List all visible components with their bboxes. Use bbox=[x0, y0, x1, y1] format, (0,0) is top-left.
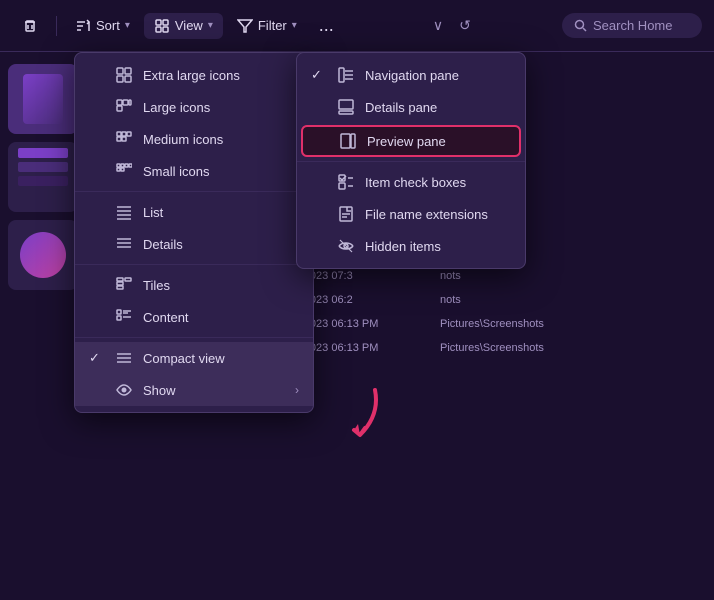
sidebar-item-1[interactable] bbox=[8, 64, 78, 134]
sidebar-bar-3 bbox=[18, 176, 68, 186]
menu-label-show: Show bbox=[143, 383, 176, 398]
menu-label-details: Details bbox=[143, 237, 183, 252]
menu-label-compact: Compact view bbox=[143, 351, 225, 366]
menu-item-list[interactable]: List bbox=[75, 196, 313, 228]
show-menu-item-preview-pane[interactable]: Preview pane bbox=[301, 125, 521, 157]
icon-small bbox=[115, 162, 133, 180]
sidebar-circle bbox=[20, 232, 66, 278]
icon-nav-pane bbox=[337, 66, 355, 84]
filter-chevron: ▾ bbox=[292, 20, 297, 31]
sidebar-icon-purple bbox=[23, 74, 63, 124]
toolbar: Sort ▾ View ▾ Filter ▾ ... ∨ ↺ Search Ho… bbox=[0, 0, 714, 52]
menu-item-small-icons[interactable]: Small icons bbox=[75, 155, 313, 187]
nav-refresh[interactable]: ↺ bbox=[453, 14, 477, 37]
menu-item-show[interactable]: Show › bbox=[75, 374, 313, 406]
delete-button[interactable] bbox=[12, 13, 48, 39]
icon-show bbox=[115, 381, 133, 399]
menu-separator-2 bbox=[75, 264, 313, 265]
icon-hidden bbox=[337, 237, 355, 255]
menu-label-extra-large: Extra large icons bbox=[143, 68, 240, 83]
show-menu-item-hidden[interactable]: Hidden items bbox=[297, 230, 525, 262]
view-label: View bbox=[175, 18, 203, 33]
icon-content bbox=[115, 308, 133, 326]
icon-large bbox=[115, 98, 133, 116]
icon-extra-large bbox=[115, 66, 133, 84]
check-compact: ✓ bbox=[89, 350, 105, 366]
menu-item-medium-icons[interactable]: Medium icons bbox=[75, 123, 313, 155]
menu-item-compact-view[interactable]: ✓ Compact view bbox=[75, 342, 313, 374]
show-menu-item-check-boxes[interactable]: Item check boxes bbox=[297, 166, 525, 198]
show-menu: ✓ Navigation pane Details pane Preview p… bbox=[296, 52, 526, 269]
sort-label: Sort bbox=[96, 18, 120, 33]
more-button[interactable]: ... bbox=[311, 11, 342, 40]
sidebar-bar-2 bbox=[18, 162, 68, 172]
menu-item-large-icons[interactable]: Large icons bbox=[75, 91, 313, 123]
menu-label-tiles: Tiles bbox=[143, 278, 170, 293]
menu-item-extra-large-icons[interactable]: Extra large icons bbox=[75, 59, 313, 91]
icon-medium bbox=[115, 130, 133, 148]
menu-label-content: Content bbox=[143, 310, 189, 325]
show-submenu-arrow: › bbox=[295, 383, 299, 397]
icon-list bbox=[115, 203, 133, 221]
show-label-extensions: File name extensions bbox=[365, 207, 488, 222]
check-nav-pane: ✓ bbox=[311, 67, 327, 83]
show-menu-item-details-pane[interactable]: Details pane bbox=[297, 91, 525, 123]
file-loc-2: nots bbox=[440, 270, 461, 282]
icon-compact bbox=[115, 349, 133, 367]
show-label-preview-pane: Preview pane bbox=[367, 134, 446, 149]
show-label-check-boxes: Item check boxes bbox=[365, 175, 466, 190]
nav-chevron-down[interactable]: ∨ bbox=[427, 14, 449, 37]
menu-label-small: Small icons bbox=[143, 164, 209, 179]
menu-label-large: Large icons bbox=[143, 100, 210, 115]
show-label-nav-pane: Navigation pane bbox=[365, 68, 459, 83]
icon-extensions bbox=[337, 205, 355, 223]
filter-button[interactable]: Filter ▾ bbox=[227, 13, 307, 39]
menu-item-content[interactable]: Content bbox=[75, 301, 313, 333]
sidebar-bar-1 bbox=[18, 148, 68, 158]
icon-details bbox=[115, 235, 133, 253]
filter-label: Filter bbox=[258, 18, 287, 33]
view-menu: Extra large icons Large icons Medium ico… bbox=[74, 52, 314, 413]
search-box[interactable]: Search Home bbox=[562, 13, 702, 38]
view-chevron: ▾ bbox=[208, 20, 213, 31]
sidebar-item-3[interactable] bbox=[8, 220, 78, 290]
menu-label-medium: Medium icons bbox=[143, 132, 223, 147]
icon-preview-pane bbox=[339, 132, 357, 150]
view-button[interactable]: View ▾ bbox=[144, 13, 223, 39]
search-icon bbox=[574, 19, 587, 32]
show-label-hidden: Hidden items bbox=[365, 239, 441, 254]
icon-details-pane bbox=[337, 98, 355, 116]
show-menu-item-nav-pane[interactable]: ✓ Navigation pane bbox=[297, 59, 525, 91]
menu-item-details[interactable]: Details bbox=[75, 228, 313, 260]
show-label-details-pane: Details pane bbox=[365, 100, 437, 115]
separator bbox=[56, 16, 57, 36]
sidebar-item-2[interactable] bbox=[8, 142, 78, 212]
show-separator bbox=[297, 161, 525, 162]
sort-button[interactable]: Sort ▾ bbox=[65, 13, 140, 39]
menu-label-list: List bbox=[143, 205, 163, 220]
search-placeholder: Search Home bbox=[593, 18, 672, 33]
show-menu-item-extensions[interactable]: File name extensions bbox=[297, 198, 525, 230]
file-loc-4: Pictures\Screenshots bbox=[440, 318, 544, 330]
nav-controls: ∨ ↺ bbox=[427, 14, 477, 37]
menu-separator-1 bbox=[75, 191, 313, 192]
icon-checkboxes bbox=[337, 173, 355, 191]
file-loc-3: nots bbox=[440, 294, 461, 306]
menu-item-tiles[interactable]: Tiles bbox=[75, 269, 313, 301]
sort-chevron: ▾ bbox=[125, 20, 130, 31]
menu-separator-3 bbox=[75, 337, 313, 338]
file-loc-5: Pictures\Screenshots bbox=[440, 342, 544, 354]
icon-tiles bbox=[115, 276, 133, 294]
